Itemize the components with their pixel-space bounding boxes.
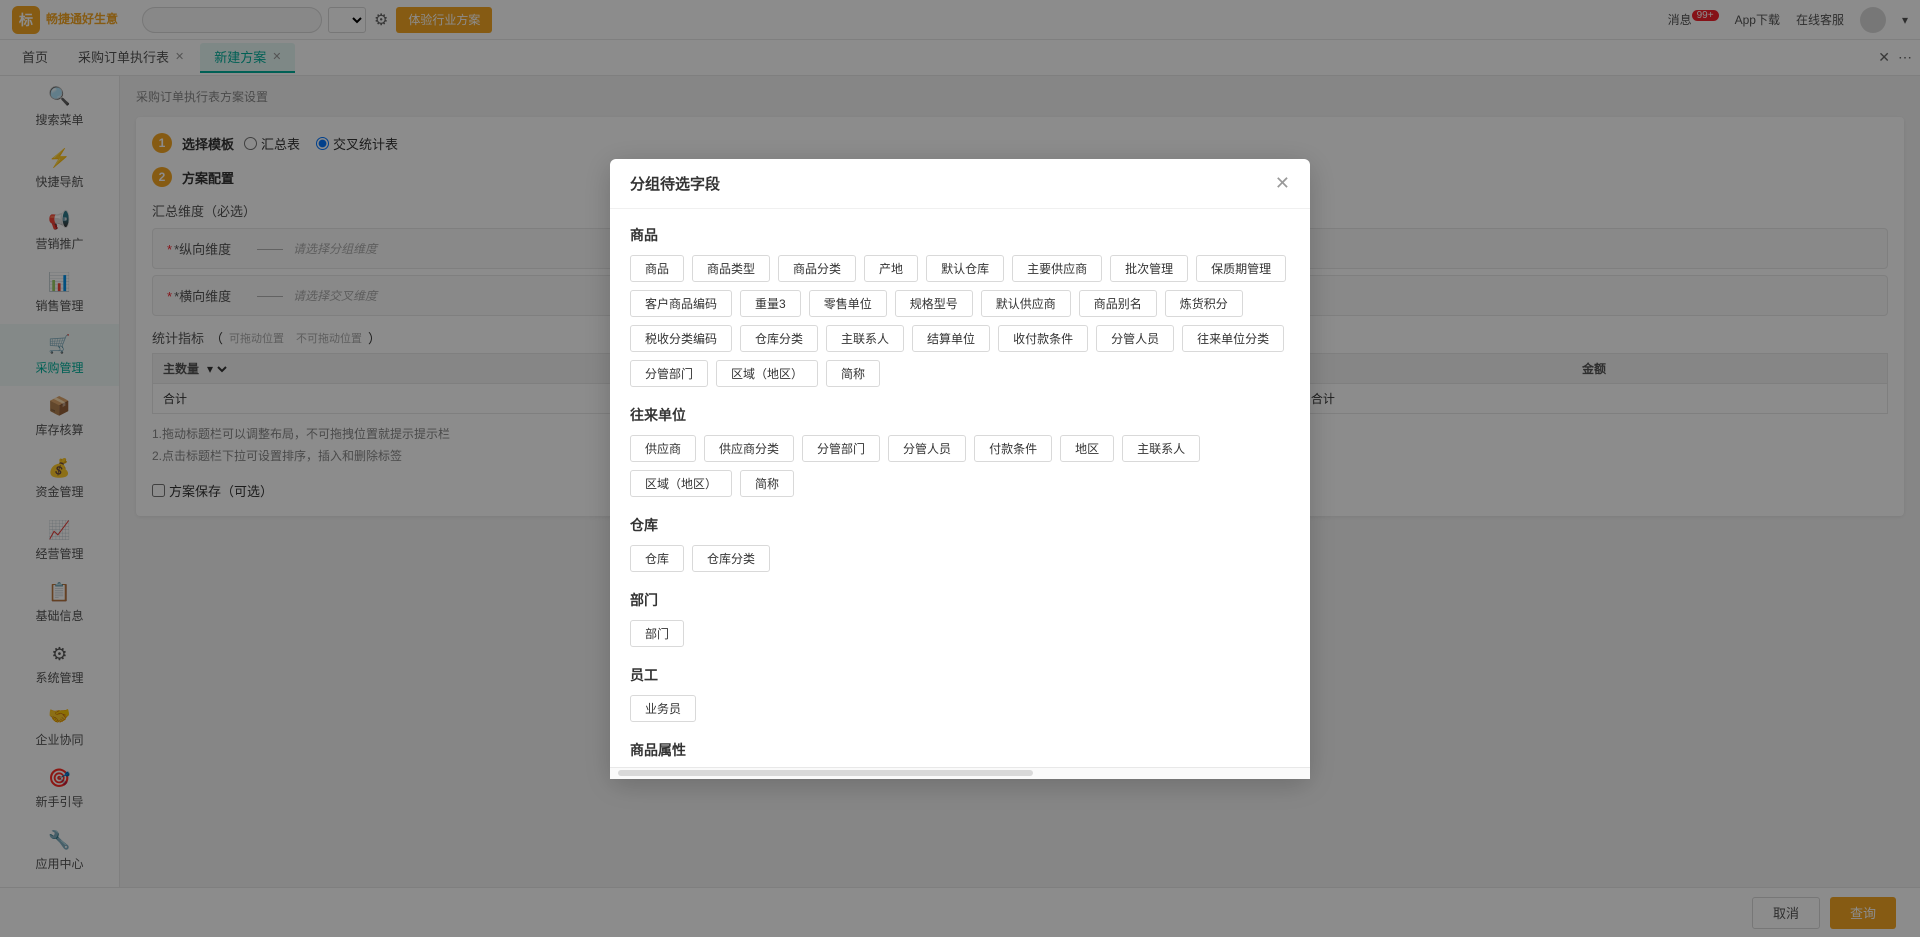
modal-overlay[interactable]: 分组待选字段 ✕ 商品 商品 商品类型 商品分类 产地 默认仓库 主要供应商 批… (0, 0, 1920, 937)
modal-hscroll[interactable] (610, 767, 1310, 779)
field-tag[interactable]: 保质期管理 (1196, 255, 1286, 282)
field-tag[interactable]: 重量3 (740, 290, 801, 317)
field-tag[interactable]: 产地 (864, 255, 918, 282)
field-tag[interactable]: 供应商 (630, 435, 696, 462)
field-tag[interactable]: 商品别名 (1079, 290, 1157, 317)
field-section-warehouse: 仓库 仓库 仓库分类 (630, 515, 1290, 572)
modal-close-button[interactable]: ✕ (1275, 173, 1290, 194)
field-tags-partners: 供应商 供应商分类 分管部门 分管人员 付款条件 地区 主联系人 区域（地区） … (630, 435, 1290, 497)
field-tag[interactable]: 区域（地区） (630, 470, 732, 497)
field-section-employee-title: 员工 (630, 665, 1290, 685)
field-section-dept: 部门 部门 (630, 590, 1290, 647)
field-tag[interactable]: 仓库分类 (740, 325, 818, 352)
field-tag[interactable]: 往来单位分类 (1182, 325, 1284, 352)
field-section-warehouse-title: 仓库 (630, 515, 1290, 535)
field-tag[interactable]: 仓库 (630, 545, 684, 572)
field-tag[interactable]: 区域（地区） (716, 360, 818, 387)
field-tag[interactable]: 简称 (826, 360, 880, 387)
field-tag[interactable]: 主要供应商 (1012, 255, 1102, 282)
field-tag[interactable]: 部门 (630, 620, 684, 647)
modal-box: 分组待选字段 ✕ 商品 商品 商品类型 商品分类 产地 默认仓库 主要供应商 批… (610, 159, 1310, 779)
field-section-partners-title: 往来单位 (630, 405, 1290, 425)
field-tag[interactable]: 税收分类编码 (630, 325, 732, 352)
field-tag[interactable]: 默认仓库 (926, 255, 1004, 282)
field-tag[interactable]: 分管部门 (630, 360, 708, 387)
modal-body: 商品 商品 商品类型 商品分类 产地 默认仓库 主要供应商 批次管理 保质期管理… (610, 209, 1310, 767)
field-tag[interactable]: 商品 (630, 255, 684, 282)
field-tag[interactable]: 分管人员 (888, 435, 966, 462)
field-section-partners: 往来单位 供应商 供应商分类 分管部门 分管人员 付款条件 地区 主联系人 区域… (630, 405, 1290, 497)
modal-title: 分组待选字段 (630, 173, 720, 194)
field-tag[interactable]: 主联系人 (1122, 435, 1200, 462)
field-section-goods: 商品 商品 商品类型 商品分类 产地 默认仓库 主要供应商 批次管理 保质期管理… (630, 225, 1290, 387)
field-tag[interactable]: 地区 (1060, 435, 1114, 462)
field-tags-warehouse: 仓库 仓库分类 (630, 545, 1290, 572)
field-tag[interactable]: 分管部门 (802, 435, 880, 462)
field-section-employee: 员工 业务员 (630, 665, 1290, 722)
field-tag[interactable]: 供应商分类 (704, 435, 794, 462)
field-tag[interactable]: 批次管理 (1110, 255, 1188, 282)
field-tag[interactable]: 收付款条件 (998, 325, 1088, 352)
field-tag[interactable]: 仓库分类 (692, 545, 770, 572)
field-tag[interactable]: 零售单位 (809, 290, 887, 317)
field-tag[interactable]: 默认供应商 (981, 290, 1071, 317)
field-tag[interactable]: 主联系人 (826, 325, 904, 352)
field-tag[interactable]: 结算单位 (912, 325, 990, 352)
field-tag[interactable]: 业务员 (630, 695, 696, 722)
field-section-attrs-title: 商品属性 (630, 740, 1290, 760)
field-section-dept-title: 部门 (630, 590, 1290, 610)
field-tag[interactable]: 商品分类 (778, 255, 856, 282)
field-tag[interactable]: 分管人员 (1096, 325, 1174, 352)
field-section-goods-title: 商品 (630, 225, 1290, 245)
field-tags-goods: 商品 商品类型 商品分类 产地 默认仓库 主要供应商 批次管理 保质期管理 客户… (630, 255, 1290, 387)
modal-hscroll-bar[interactable] (618, 770, 1033, 776)
field-tag[interactable]: 炼货积分 (1165, 290, 1243, 317)
field-tag[interactable]: 商品类型 (692, 255, 770, 282)
field-tag[interactable]: 付款条件 (974, 435, 1052, 462)
field-tag[interactable]: 客户商品编码 (630, 290, 732, 317)
field-tag[interactable]: 规格型号 (895, 290, 973, 317)
modal-header: 分组待选字段 ✕ (610, 159, 1310, 209)
field-tag[interactable]: 简称 (740, 470, 794, 497)
field-section-attrs: 商品属性 属性 颜色 多规格 尺码 鞋码 1 (630, 740, 1290, 767)
field-tags-dept: 部门 (630, 620, 1290, 647)
field-tags-employee: 业务员 (630, 695, 1290, 722)
